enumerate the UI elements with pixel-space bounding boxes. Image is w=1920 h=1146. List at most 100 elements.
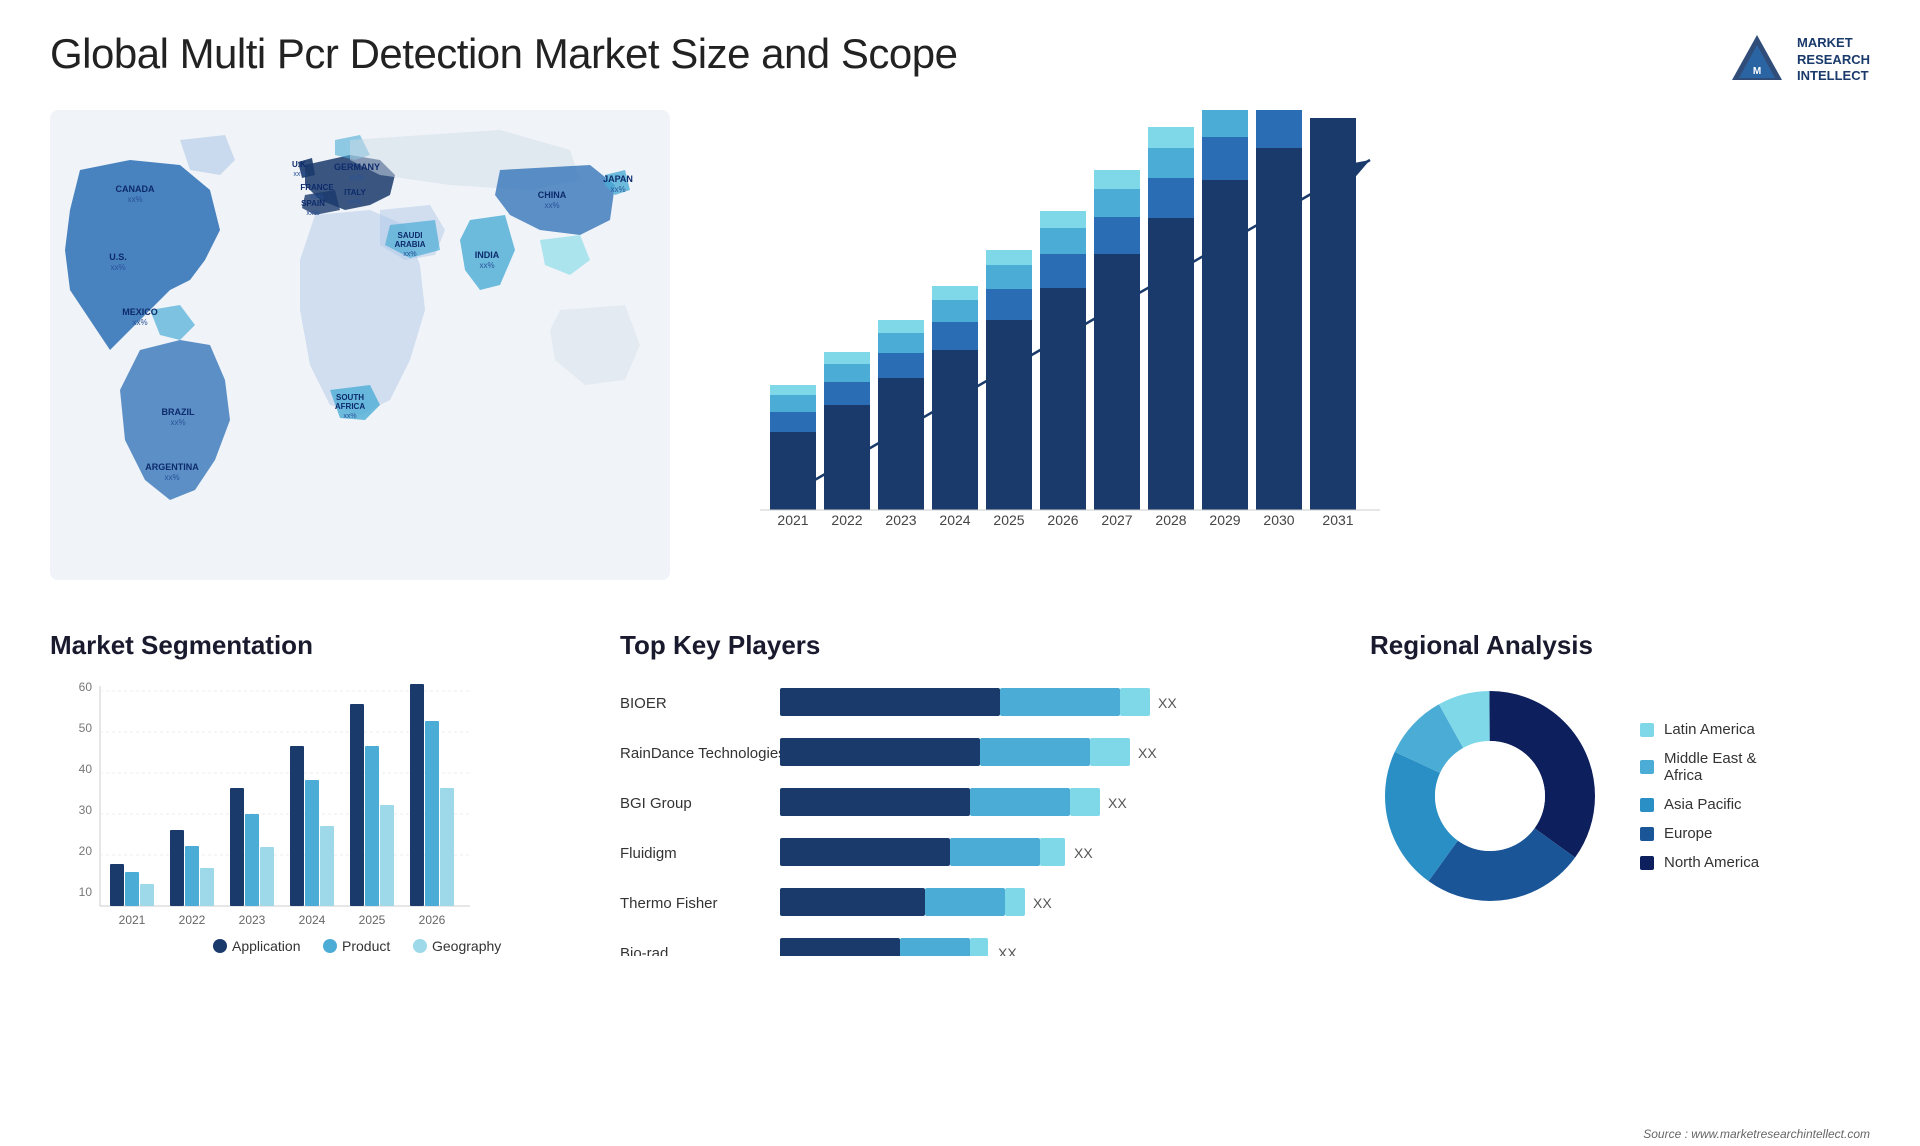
europe-color (1640, 827, 1654, 841)
legend-europe: Europe (1640, 825, 1759, 842)
svg-text:XX: XX (1138, 745, 1157, 761)
middle-east-color (1640, 760, 1654, 774)
legend-north-america: North America (1640, 854, 1759, 871)
svg-text:CANADA: CANADA (116, 184, 155, 194)
svg-text:ITALY: ITALY (344, 188, 366, 197)
svg-text:Fluidigm: Fluidigm (620, 845, 677, 862)
svg-text:2030: 2030 (1263, 512, 1294, 528)
svg-text:2028: 2028 (1155, 512, 1186, 528)
svg-text:2021: 2021 (777, 512, 808, 528)
svg-text:SPAIN: SPAIN (301, 199, 325, 208)
svg-text:xx%: xx% (610, 185, 625, 194)
svg-text:xx%: xx% (544, 201, 559, 210)
svg-text:XX: XX (1108, 795, 1127, 811)
segmentation-title: Market Segmentation (50, 630, 570, 661)
svg-text:XX: XX (998, 945, 1017, 956)
svg-text:Application: Application (232, 938, 301, 954)
svg-text:U.K.: U.K. (292, 160, 308, 169)
latin-america-color (1640, 723, 1654, 737)
svg-text:40: 40 (79, 762, 93, 776)
svg-text:ARGENTINA: ARGENTINA (145, 462, 199, 472)
svg-text:XX: XX (1158, 695, 1177, 711)
svg-text:U.S.: U.S. (109, 252, 127, 262)
logo-icon: M (1727, 30, 1787, 90)
legend-asia-pacific: Asia Pacific (1640, 796, 1759, 813)
svg-text:2027: 2027 (1101, 512, 1132, 528)
segmentation-section: Market Segmentation 60 50 40 30 20 10 (50, 630, 570, 961)
svg-text:Geography: Geography (432, 938, 501, 954)
legend-middle-east-africa: Middle East &Africa (1640, 750, 1759, 784)
svg-text:2023: 2023 (885, 512, 916, 528)
page-title: Global Multi Pcr Detection Market Size a… (50, 30, 957, 78)
logo-area: M MARKET RESEARCH INTELLECT (1727, 30, 1870, 90)
players-title: Top Key Players (620, 630, 1320, 661)
svg-text:Bio-rad: Bio-rad (620, 945, 668, 956)
svg-text:xx%: xx% (127, 195, 142, 204)
svg-text:JAPAN: JAPAN (603, 174, 633, 184)
asia-pacific-color (1640, 798, 1654, 812)
players-section: Top Key Players BIOER XX RainDance Techn… (600, 630, 1340, 961)
svg-text:BRAZIL: BRAZIL (162, 407, 195, 417)
svg-text:BGI Group: BGI Group (620, 795, 692, 812)
svg-text:2025: 2025 (359, 913, 386, 927)
svg-text:2026: 2026 (419, 913, 446, 927)
svg-text:XX: XX (1074, 845, 1093, 861)
svg-text:Thermo Fisher: Thermo Fisher (620, 895, 718, 912)
donut-chart-svg (1370, 676, 1610, 916)
svg-text:2021: 2021 (119, 913, 146, 927)
svg-text:xx%: xx% (348, 199, 361, 206)
svg-text:50: 50 (79, 721, 93, 735)
chart-section: XX XX XX XX XX XX XX XX XX XX XX (690, 110, 1870, 600)
map-section: CANADA xx% U.S. xx% MEXICO xx% BRAZIL xx… (50, 110, 670, 600)
svg-text:ARABIA: ARABIA (394, 240, 425, 249)
svg-text:M: M (1753, 66, 1761, 77)
svg-text:2023: 2023 (239, 913, 266, 927)
svg-text:10: 10 (79, 885, 93, 899)
svg-text:xx%: xx% (306, 210, 319, 217)
svg-text:FRANCE: FRANCE (300, 183, 334, 192)
svg-text:2031: 2031 (1322, 512, 1353, 528)
svg-text:xx%: xx% (110, 263, 125, 272)
svg-text:xx%: xx% (343, 413, 356, 420)
svg-text:60: 60 (79, 680, 93, 694)
north-america-color (1640, 856, 1654, 870)
regional-title: Regional Analysis (1370, 630, 1870, 661)
svg-text:xx%: xx% (479, 261, 494, 270)
svg-text:BIOER: BIOER (620, 695, 667, 712)
svg-text:20: 20 (79, 844, 93, 858)
svg-text:2026: 2026 (1047, 512, 1078, 528)
logo-text: MARKET RESEARCH INTELLECT (1797, 35, 1870, 86)
svg-text:INDIA: INDIA (475, 250, 500, 260)
svg-text:xx%: xx% (349, 173, 364, 182)
svg-text:CHINA: CHINA (538, 190, 567, 200)
svg-text:xx%: xx% (164, 473, 179, 482)
svg-text:RainDance Technologies: RainDance Technologies (620, 745, 786, 762)
donut-container: Latin America Middle East &Africa Asia P… (1370, 676, 1870, 916)
svg-text:2024: 2024 (939, 512, 970, 528)
svg-text:AFRICA: AFRICA (335, 402, 365, 411)
svg-text:XX: XX (1033, 895, 1052, 911)
svg-text:30: 30 (79, 803, 93, 817)
svg-text:2022: 2022 (831, 512, 862, 528)
svg-text:xx%: xx% (132, 318, 147, 327)
svg-text:2022: 2022 (179, 913, 206, 927)
svg-text:SAUDI: SAUDI (398, 231, 423, 240)
svg-text:xx%: xx% (403, 251, 416, 258)
world-map-svg: CANADA xx% U.S. xx% MEXICO xx% BRAZIL xx… (50, 110, 670, 580)
svg-text:2025: 2025 (993, 512, 1024, 528)
donut-legend: Latin America Middle East &Africa Asia P… (1640, 721, 1759, 871)
main-grid: CANADA xx% U.S. xx% MEXICO xx% BRAZIL xx… (50, 110, 1870, 961)
svg-text:2024: 2024 (299, 913, 326, 927)
svg-text:MEXICO: MEXICO (122, 307, 158, 317)
page-container: Global Multi Pcr Detection Market Size a… (0, 0, 1920, 1146)
legend-latin-america: Latin America (1640, 721, 1759, 738)
svg-text:xx%: xx% (293, 171, 306, 178)
main-bar-chart-svg: XX XX XX XX XX XX XX XX XX XX XX (720, 110, 1400, 580)
svg-text:Product: Product (342, 938, 390, 954)
source-text: Source : www.marketresearchintellect.com (1643, 1127, 1870, 1141)
svg-text:2029: 2029 (1209, 512, 1240, 528)
svg-text:xx%: xx% (170, 418, 185, 427)
regional-section: Regional Analysis (1370, 630, 1870, 961)
svg-text:GERMANY: GERMANY (334, 162, 380, 172)
bottom-grid: Market Segmentation 60 50 40 30 20 10 (50, 630, 1870, 961)
